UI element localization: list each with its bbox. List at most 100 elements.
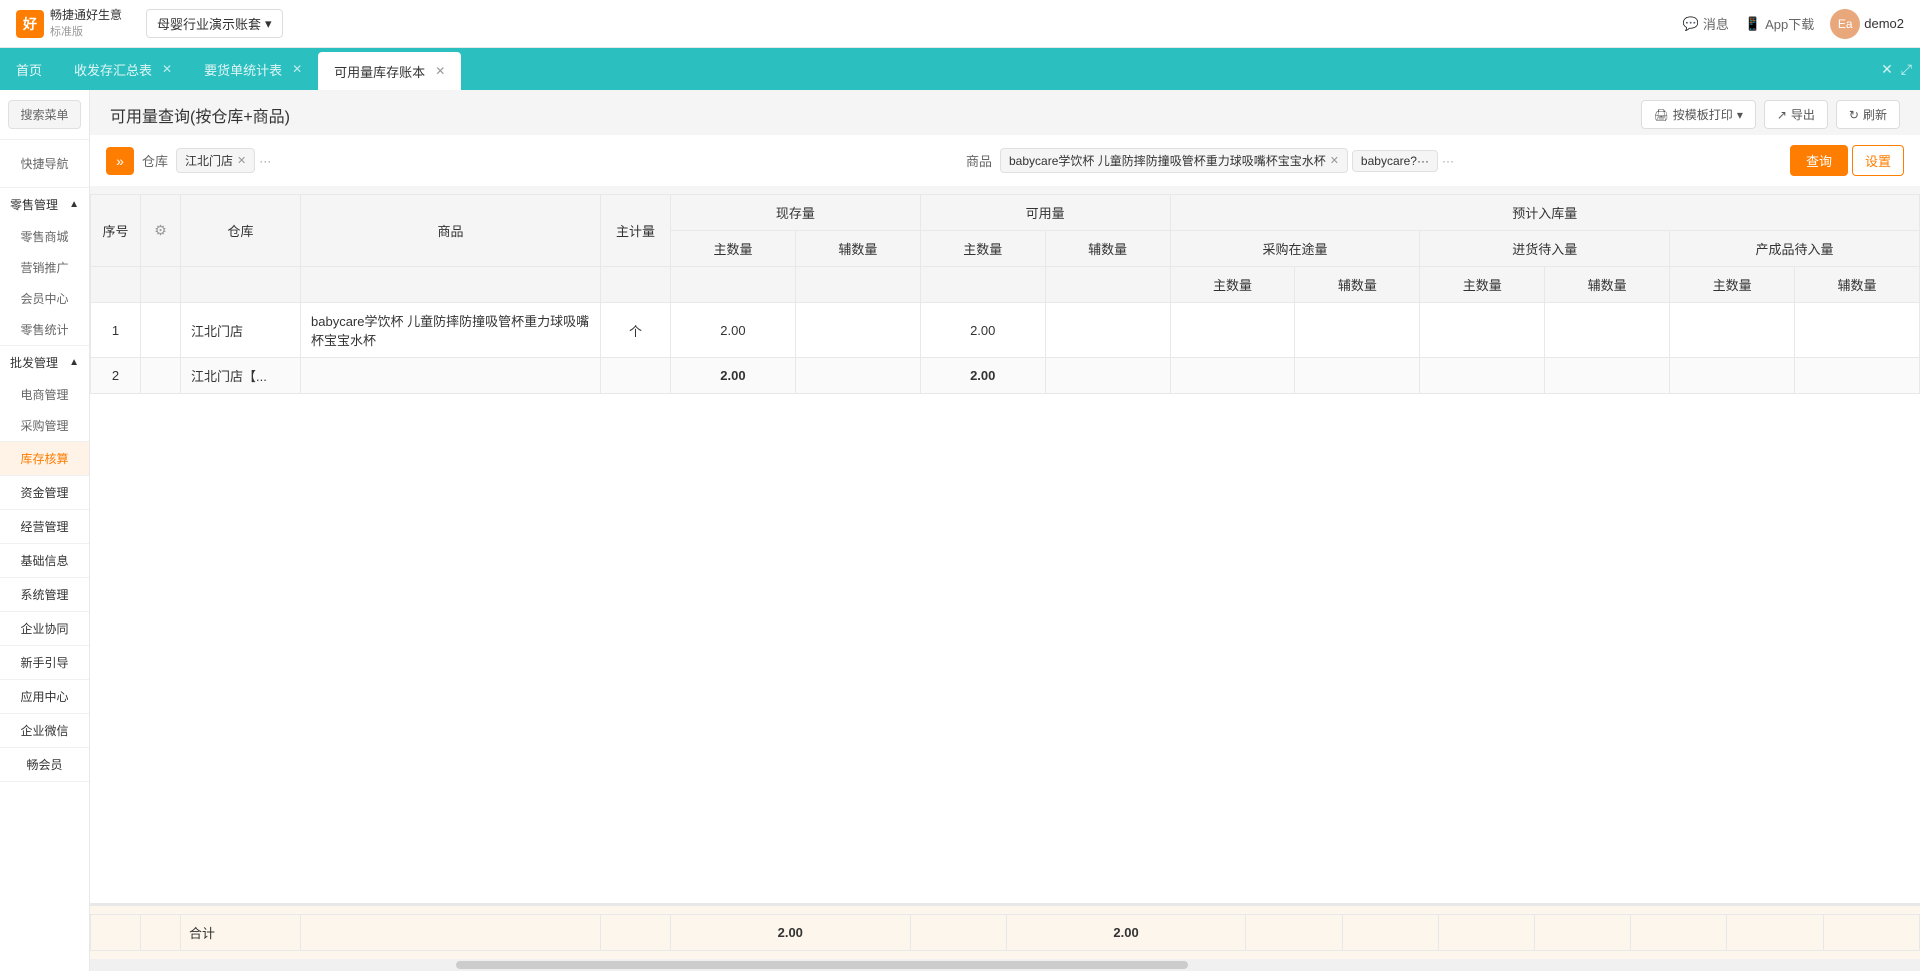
tab-receive-close[interactable]: ✕ [162,62,172,76]
row-1-pur-main [1170,303,1295,358]
logo-icon: 好 [16,10,44,38]
footer-stock-total: 2.00 [671,915,911,951]
settings-icon[interactable]: ⚙ [154,222,167,238]
refresh-label: 刷新 [1863,106,1887,123]
sidebar-item-inventory[interactable]: 库存核算 [0,442,89,476]
message-label: 消息 [1703,14,1729,33]
print-btn[interactable]: 🖨 按模板打印 ▾ [1641,100,1756,129]
warehouse-filter-tags: 江北门店 ✕ ··· [176,148,958,173]
row-2-settings [141,358,181,394]
sidebar-item-collab[interactable]: 企业协同 [0,612,89,646]
table-container: 序号 ⚙ 仓库 商品 主计量 现存量 可用量 预计入库量 主数量 辅数量 [90,194,1920,903]
filter-toggle-btn[interactable]: » [106,147,134,175]
product-tag-1-remove[interactable]: ✕ [1330,154,1339,167]
row-2-avail-aux [1045,358,1170,394]
row-2-inc-aux [1545,358,1670,394]
logo-sub: 标准版 [50,23,122,39]
subheader-empty-9 [1045,267,1170,303]
tab-receive-label: 收发存汇总表 [74,60,152,79]
close-window-btn[interactable]: ✕ [1881,61,1893,78]
col-available: 可用量 [920,195,1170,231]
warehouse-filter-label: 仓库 [142,151,168,170]
col-warehouse: 仓库 [181,195,301,267]
sidebar-item-retail-stat[interactable]: 零售统计 [0,314,89,345]
refresh-icon: ↻ [1849,108,1859,122]
col-product: 商品 [301,195,601,267]
sidebar-item-finance[interactable]: 资金管理 [0,476,89,510]
tab-receive[interactable]: 收发存汇总表 ✕ [58,48,188,90]
sidebar-item-quick-nav[interactable]: 快捷导航 [4,147,85,180]
sidebar-item-system[interactable]: 系统管理 [0,578,89,612]
sidebar-item-vip[interactable]: 畅会员 [0,748,89,782]
col-stock-main: 主数量 [671,231,796,267]
subheader-empty-3 [181,267,301,303]
row-2-avail-main: 2.00 [920,358,1045,394]
row-1-fin-aux [1795,303,1920,358]
query-btn[interactable]: 查询 [1790,145,1848,176]
top-bar-left: 好 畅捷通好生意 标准版 母婴行业演示账套 ▾ [16,8,283,40]
logo-area: 好 畅捷通好生意 标准版 [16,8,122,40]
industry-selector[interactable]: 母婴行业演示账套 ▾ [146,9,283,38]
tab-order-stat[interactable]: 要货单统计表 ✕ [188,48,318,90]
message-action[interactable]: 💬 消息 [1683,14,1729,33]
sidebar-item-wechat[interactable]: 企业微信 [0,714,89,748]
subheader-empty-4 [301,267,601,303]
expand-window-btn[interactable]: ⤢ [1901,61,1912,78]
col-finished: 产成品待入量 [1670,231,1920,267]
col-avail-main: 主数量 [920,231,1045,267]
print-label: 按模板打印 [1673,106,1733,123]
tab-avail-inventory[interactable]: 可用量库存账本 ✕ [318,52,461,90]
col-index: 序号 [91,195,141,267]
tab-order-stat-close[interactable]: ✕ [292,62,302,76]
sidebar-item-basic[interactable]: 基础信息 [0,544,89,578]
tab-avail-label: 可用量库存账本 [334,62,425,81]
col-expected: 预计入库量 [1170,195,1919,231]
sidebar-item-operations[interactable]: 经营管理 [0,510,89,544]
sidebar-item-purchase[interactable]: 采购管理 [0,410,89,441]
refresh-btn[interactable]: ↻ 刷新 [1836,100,1900,129]
sidebar-item-ecommerce[interactable]: 电商管理 [0,379,89,410]
filter-more-icon[interactable]: ··· [259,154,271,168]
tab-home[interactable]: 首页 [0,48,58,90]
tab-avail-close[interactable]: ✕ [435,64,445,78]
row-2-pur-aux [1295,358,1420,394]
sidebar-item-appstore[interactable]: 应用中心 [0,680,89,714]
export-btn[interactable]: ↗ 导出 [1764,100,1828,129]
col-current-stock: 现存量 [671,195,921,231]
product-tag-1[interactable]: babycare学饮杯 儿童防摔防撞吸管杯重力球吸嘴杯宝宝水杯 ✕ [1000,148,1348,173]
sidebar-item-member[interactable]: 会员中心 [0,283,89,314]
chevron-print-icon: ▾ [1737,108,1743,122]
warehouse-tag-remove[interactable]: ✕ [237,154,246,167]
setting-btn[interactable]: 设置 [1852,145,1904,176]
app-download-action[interactable]: 📱 App下载 [1745,14,1814,33]
col-incoming: 进货待入量 [1420,231,1670,267]
sidebar-group-retail-title[interactable]: 零售管理 ▲ [0,188,89,221]
subheader-pur-aux: 辅数量 [1295,267,1420,303]
sidebar-item-retail-store[interactable]: 零售商城 [0,221,89,252]
sidebar-search: 搜索菜单 [0,90,89,140]
product-tag-2[interactable]: babycare?··· [1352,150,1438,172]
top-bar-right: 💬 消息 📱 App下载 Ea demo2 [1683,9,1904,39]
industry-label: 母婴行业演示账套 [157,14,261,33]
sidebar-item-newbie[interactable]: 新手引导 [0,646,89,680]
retail-chevron: ▲ [69,199,79,210]
content-area: 可用量查询(按仓库+商品) 🖨 按模板打印 ▾ ↗ 导出 ↻ 刷新 [90,90,1920,971]
footer-avail-total: 2.00 [1006,915,1246,951]
sidebar-group-wholesale-title[interactable]: 批发管理 ▲ [0,346,89,379]
search-menu-btn[interactable]: 搜索菜单 [8,100,81,129]
scrollbar[interactable] [90,959,1920,971]
row-1-unit: 个 [601,303,671,358]
product-more[interactable]: ··· [1442,154,1454,168]
user-area[interactable]: Ea demo2 [1830,9,1904,39]
sidebar-item-marketing[interactable]: 营销推广 [0,252,89,283]
row-1-avail-main: 2.00 [920,303,1045,358]
top-bar: 好 畅捷通好生意 标准版 母婴行业演示账套 ▾ 💬 消息 📱 App下载 Ea … [0,0,1920,48]
warehouse-tag-value: 江北门店 [185,152,233,169]
retail-label: 零售管理 [10,196,58,213]
row-2-unit [601,358,671,394]
row-1-stock-aux [795,303,920,358]
row-1-stock-main: 2.00 [671,303,796,358]
row-1-settings [141,303,181,358]
warehouse-tag[interactable]: 江北门店 ✕ [176,148,255,173]
row-1-pur-aux [1295,303,1420,358]
